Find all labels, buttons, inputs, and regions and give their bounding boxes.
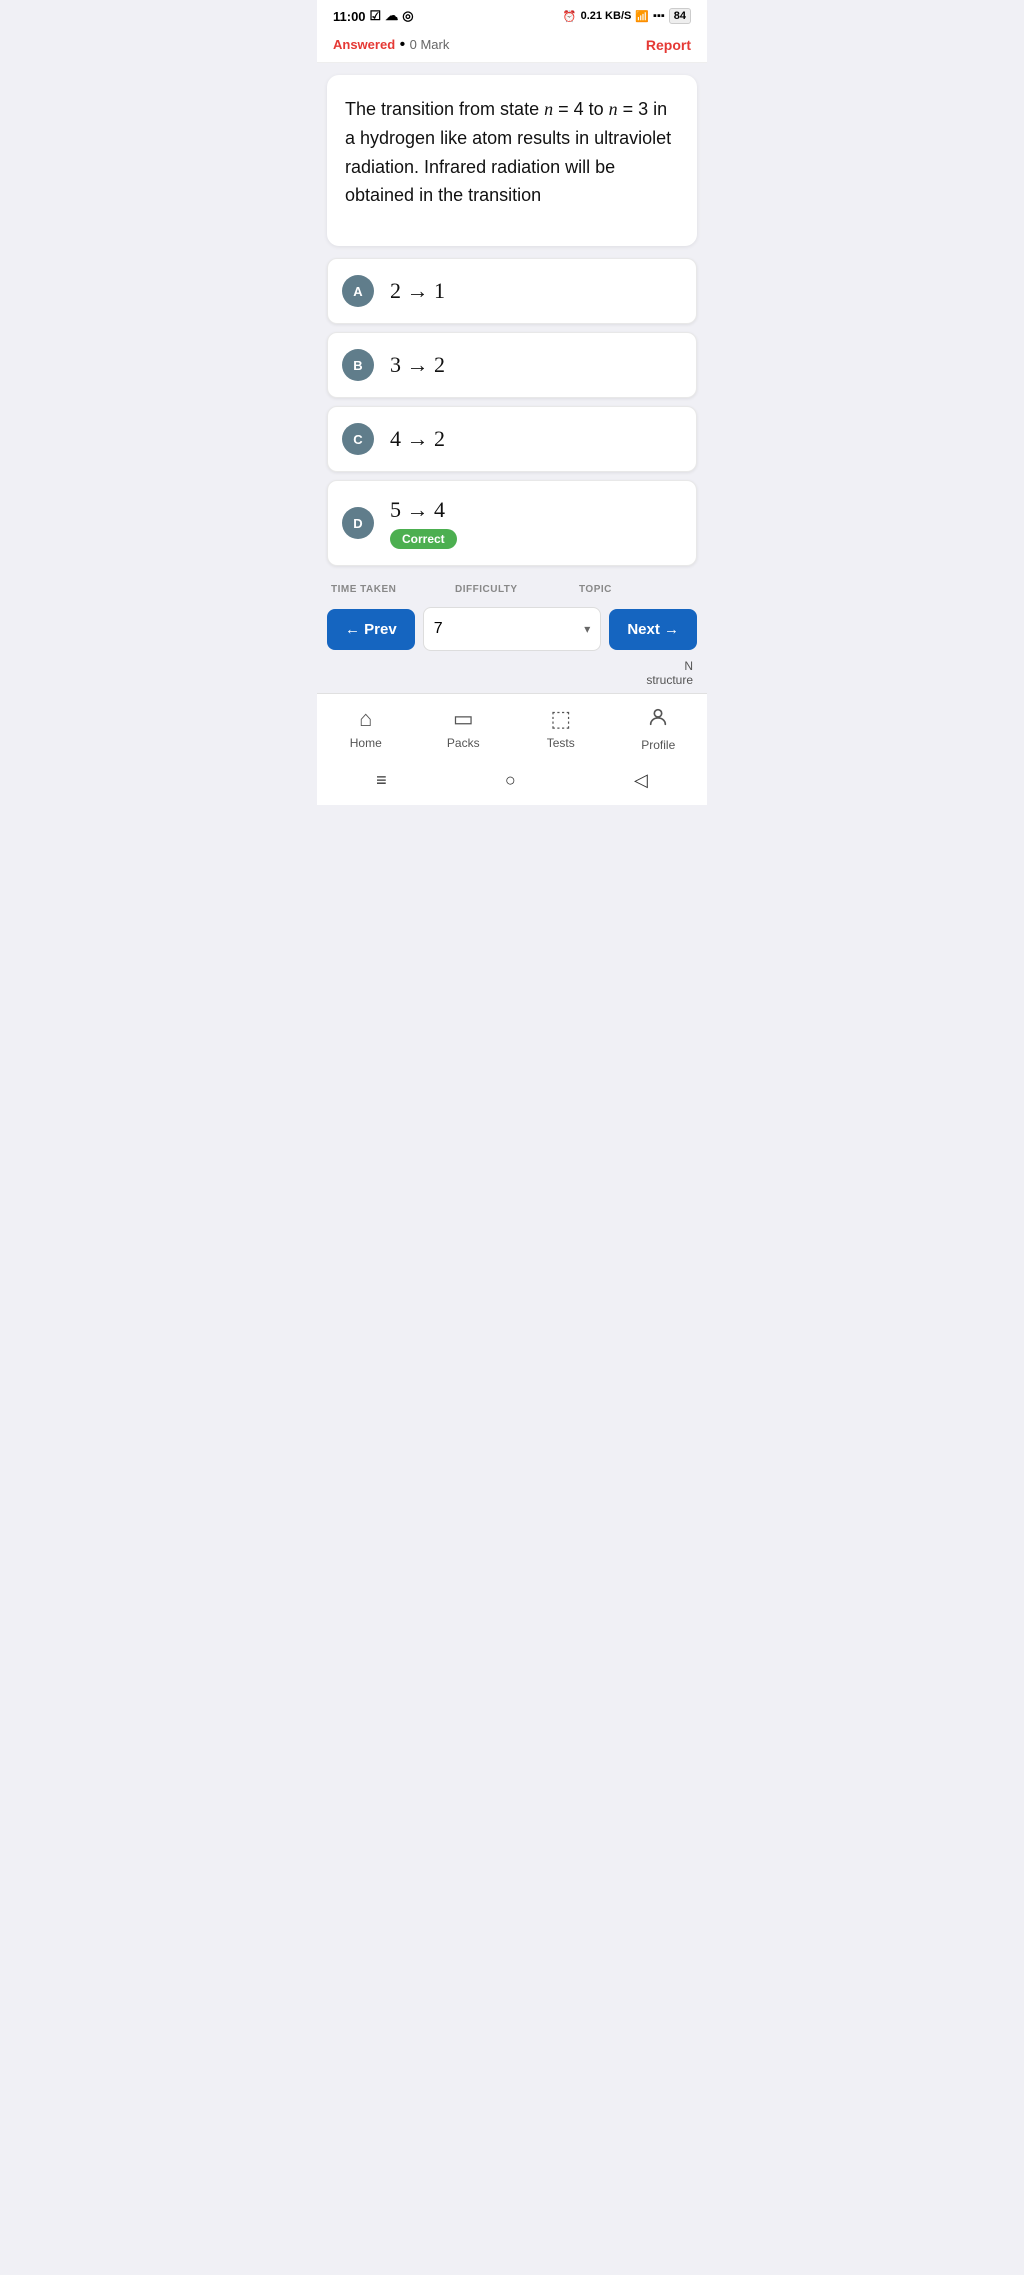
mark-label: 0 Mark [410, 37, 450, 52]
back-button[interactable]: ◁ [634, 770, 648, 791]
profile-label: Profile [641, 738, 675, 752]
option-a-card[interactable]: A 2 → 1 [327, 258, 697, 324]
cloud-icon: ☁ [385, 8, 398, 24]
nav-packs[interactable]: ▭ Packs [415, 702, 513, 756]
profile-icon [647, 706, 669, 734]
home-label: Home [350, 736, 382, 750]
next-button[interactable]: Next → [609, 609, 697, 650]
chevron-down-icon: ▾ [584, 622, 590, 636]
nav-profile[interactable]: Profile [610, 702, 708, 756]
option-b-content: 3 → 2 [390, 352, 445, 378]
sync-icon: ◎ [402, 8, 413, 24]
top-bar: Answered • 0 Mark Report [317, 28, 707, 63]
tests-icon: ⬚ [550, 706, 571, 732]
home-button[interactable]: ○ [505, 770, 516, 791]
option-d-badge: D [342, 507, 374, 539]
tests-label: Tests [547, 736, 575, 750]
option-a-text: 2 → 1 [390, 278, 445, 304]
status-left: 11:00 ☑ ☁ ◎ [333, 8, 414, 24]
packs-icon: ▭ [453, 706, 474, 732]
topic-value: Nstructure [646, 659, 693, 687]
alarm-icon: ☑ [370, 8, 382, 24]
bottom-nav: ⌂ Home ▭ Packs ⬚ Tests Profile [317, 693, 707, 760]
topic-label-stat: TOPIC [579, 584, 693, 595]
option-c-card[interactable]: C 4 → 2 [327, 406, 697, 472]
option-a-badge: A [342, 275, 374, 307]
difficulty-label: DIFFICULTY [455, 584, 569, 595]
option-b-badge: B [342, 349, 374, 381]
home-icon: ⌂ [359, 706, 372, 732]
question-selector[interactable]: 7 ▾ [423, 607, 602, 651]
system-nav: ≡ ○ ◁ [317, 760, 707, 805]
speed-display: 0.21 KB/S [581, 10, 632, 22]
option-b-text: 3 → 2 [390, 352, 445, 378]
packs-label: Packs [447, 736, 480, 750]
question-card: The transition from state n = 4 to n = 3… [327, 75, 697, 246]
stats-bar: TIME TAKEN DIFFICULTY TOPIC [317, 574, 707, 599]
status-right: ⏰ 0.21 KB/S 📶 ▪▪▪ 84 [563, 8, 691, 24]
prev-button[interactable]: ← Prev [327, 609, 415, 650]
option-a-content: 2 → 1 [390, 278, 445, 304]
wifi-icon: 📶 [635, 10, 649, 23]
nav-tests[interactable]: ⬚ Tests [512, 702, 610, 756]
nav-bar: ← Prev 7 ▾ Next → [317, 599, 707, 659]
option-d-text: 5 → 4 [390, 497, 457, 523]
correct-badge: Correct [390, 529, 457, 549]
dot-separator: • [400, 36, 410, 53]
battery-display: 84 [669, 8, 691, 24]
option-c-text: 4 → 2 [390, 426, 445, 452]
option-d-content: 5 → 4 Correct [390, 497, 457, 549]
status-bar: 11:00 ☑ ☁ ◎ ⏰ 0.21 KB/S 📶 ▪▪▪ 84 [317, 0, 707, 28]
answered-section: Answered • 0 Mark [333, 36, 449, 54]
signal-icon: ▪▪▪ [653, 10, 665, 22]
time-display: 11:00 [333, 9, 366, 24]
option-c-badge: C [342, 423, 374, 455]
option-c-content: 4 → 2 [390, 426, 445, 452]
report-button[interactable]: Report [646, 37, 691, 53]
topic-label-area: Nstructure [317, 659, 707, 693]
option-d-card[interactable]: D 5 → 4 Correct [327, 480, 697, 566]
question-text: The transition from state n = 4 to n = 3… [345, 95, 679, 210]
nav-home[interactable]: ⌂ Home [317, 702, 415, 756]
time-taken-label: TIME TAKEN [331, 584, 445, 595]
answered-label: Answered [333, 37, 395, 52]
option-b-card[interactable]: B 3 → 2 [327, 332, 697, 398]
question-number: 7 [434, 620, 443, 638]
menu-button[interactable]: ≡ [376, 770, 387, 791]
alarm-clock-icon: ⏰ [563, 10, 577, 23]
